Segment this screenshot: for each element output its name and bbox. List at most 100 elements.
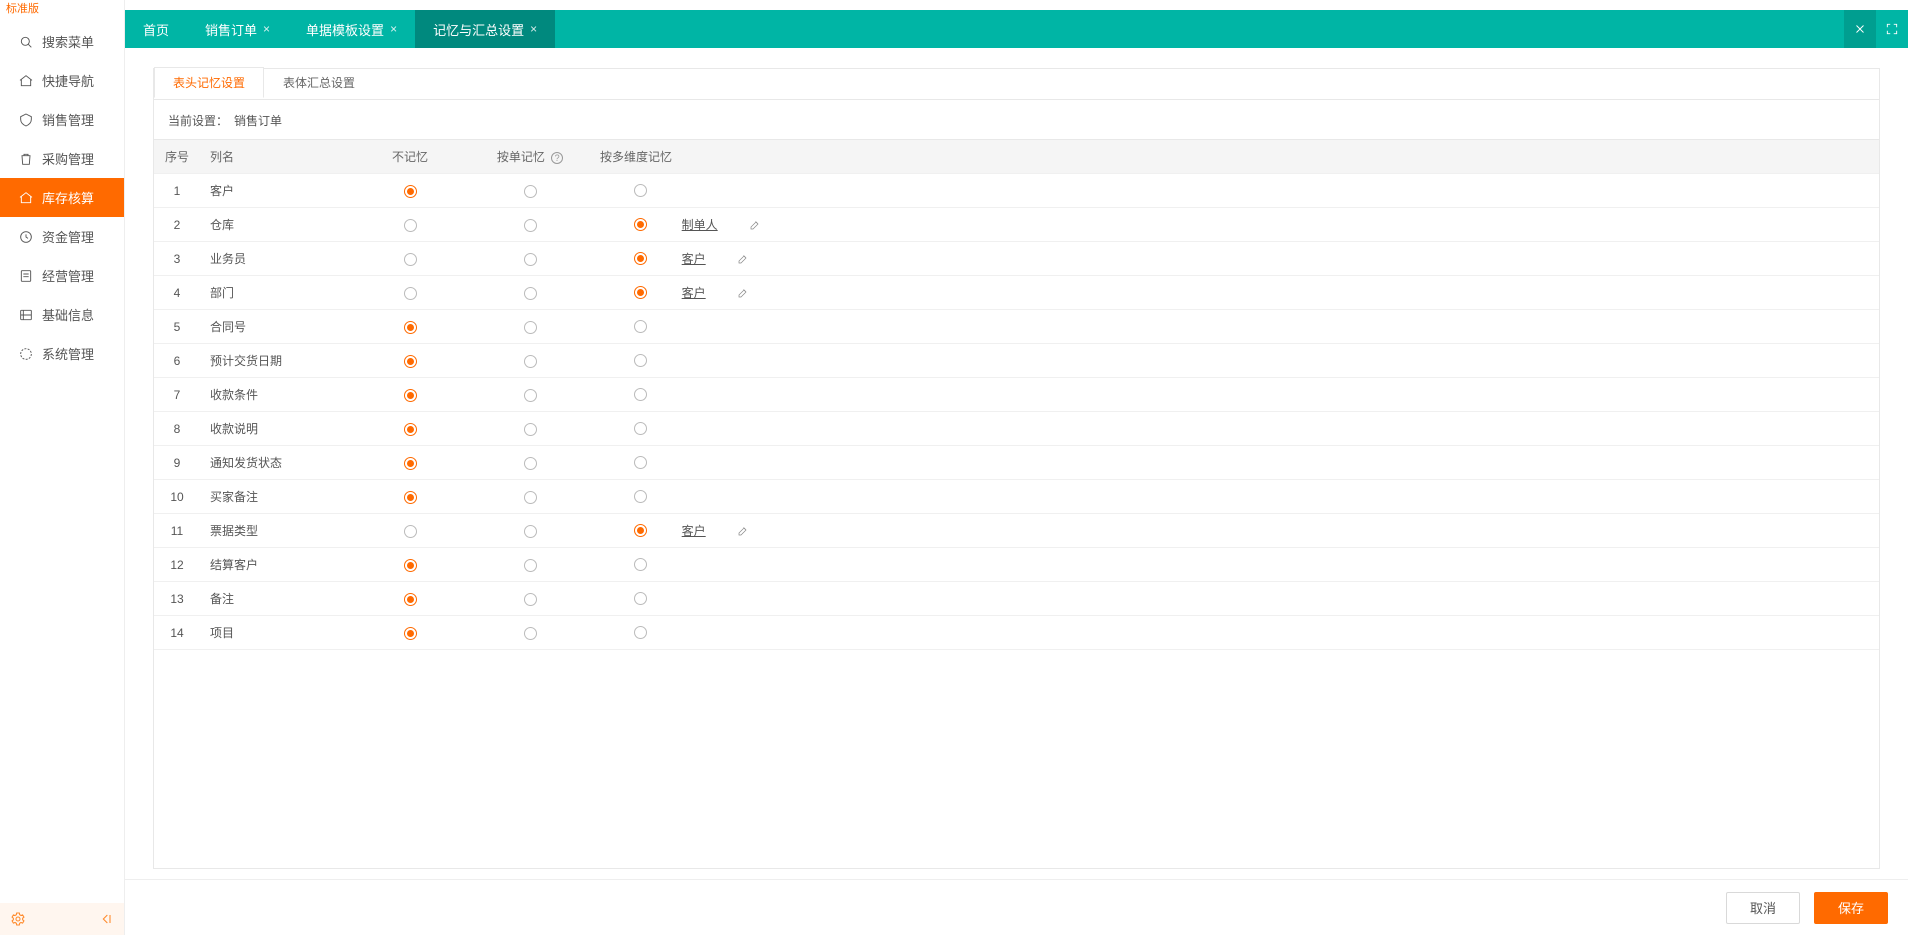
radio-none[interactable]	[404, 525, 417, 538]
cell-name: 预计交货日期	[200, 344, 350, 378]
dimension-link[interactable]: 客户	[682, 284, 706, 301]
radio-by-bill[interactable]	[524, 287, 537, 300]
radio-by-dim[interactable]	[634, 218, 647, 231]
radio-none[interactable]	[404, 355, 417, 368]
edit-icon[interactable]	[737, 287, 749, 299]
sidebar-item-quicknav[interactable]: 快捷导航	[0, 61, 124, 100]
sidebar-item-label: 采购管理	[42, 149, 94, 168]
radio-by-bill[interactable]	[524, 321, 537, 334]
radio-none[interactable]	[404, 219, 417, 232]
sidebar-item-basedata[interactable]: 基础信息	[0, 295, 124, 334]
cell-name: 合同号	[200, 310, 350, 344]
tab-bill-template[interactable]: 单据模板设置×	[288, 10, 415, 48]
radio-by-bill[interactable]	[524, 559, 537, 572]
cell-seq: 12	[154, 548, 200, 582]
radio-by-dim[interactable]	[634, 626, 647, 639]
th-seq: 序号	[154, 140, 200, 174]
radio-by-dim[interactable]	[634, 286, 647, 299]
dimension-link[interactable]: 客户	[682, 522, 706, 539]
tabbar-close-all-button[interactable]	[1844, 10, 1876, 48]
radio-by-dim[interactable]	[634, 320, 647, 333]
dimension-link[interactable]: 制单人	[682, 216, 718, 233]
table-row: 1 客户	[154, 174, 1879, 208]
cell-name: 票据类型	[200, 514, 350, 548]
radio-by-bill[interactable]	[524, 185, 537, 198]
subtab-body-summary[interactable]: 表体汇总设置	[264, 67, 374, 98]
table-row: 14 项目	[154, 616, 1879, 650]
radio-by-bill[interactable]	[524, 219, 537, 232]
radio-by-bill[interactable]	[524, 423, 537, 436]
radio-none[interactable]	[404, 491, 417, 504]
radio-none[interactable]	[404, 627, 417, 640]
radio-by-dim[interactable]	[634, 388, 647, 401]
sidebar-collapse-icon[interactable]	[98, 911, 114, 927]
cell-seq: 9	[154, 446, 200, 480]
radio-by-bill[interactable]	[524, 525, 537, 538]
radio-by-dim[interactable]	[634, 592, 647, 605]
sidebar-item-sales[interactable]: 销售管理	[0, 100, 124, 139]
radio-by-bill[interactable]	[524, 253, 537, 266]
radio-none[interactable]	[404, 287, 417, 300]
tab-sales-order[interactable]: 销售订单×	[187, 10, 288, 48]
tabbar-fullscreen-button[interactable]	[1876, 10, 1908, 48]
edit-icon[interactable]	[737, 253, 749, 265]
cell-seq: 10	[154, 480, 200, 514]
sidebar-item-purchase[interactable]: 采购管理	[0, 139, 124, 178]
radio-none[interactable]	[404, 423, 417, 436]
radio-by-bill[interactable]	[524, 627, 537, 640]
radio-by-dim[interactable]	[634, 354, 647, 367]
sidebar-item-label: 搜索菜单	[42, 32, 94, 51]
table-row: 9 通知发货状态	[154, 446, 1879, 480]
sidebar-item-search[interactable]: 搜索菜单	[0, 22, 124, 61]
sidebar-item-label: 库存核算	[42, 188, 94, 207]
radio-by-bill[interactable]	[524, 593, 537, 606]
radio-by-bill[interactable]	[524, 457, 537, 470]
sidebar-item-system[interactable]: 系统管理	[0, 334, 124, 373]
sidebar-item-search-icon	[18, 34, 34, 50]
help-icon[interactable]: ?	[551, 152, 563, 164]
sidebar-item-inventory[interactable]: 库存核算	[0, 178, 124, 217]
save-button[interactable]: 保存	[1814, 892, 1888, 924]
radio-by-bill[interactable]	[524, 389, 537, 402]
radio-by-dim[interactable]	[634, 490, 647, 503]
radio-by-dim[interactable]	[634, 456, 647, 469]
dimension-link[interactable]: 客户	[682, 250, 706, 267]
radio-by-dim[interactable]	[634, 524, 647, 537]
radio-none[interactable]	[404, 559, 417, 572]
top-strip	[125, 0, 1908, 10]
cell-name: 项目	[200, 616, 350, 650]
tab-close-icon[interactable]: ×	[263, 22, 270, 36]
radio-none[interactable]	[404, 457, 417, 470]
sidebar-item-system-icon	[18, 346, 34, 362]
radio-by-dim[interactable]	[634, 558, 647, 571]
radio-none[interactable]	[404, 253, 417, 266]
radio-by-bill[interactable]	[524, 491, 537, 504]
sidebar-item-finance[interactable]: 资金管理	[0, 217, 124, 256]
radio-none[interactable]	[404, 389, 417, 402]
edit-icon[interactable]	[749, 219, 761, 231]
radio-by-dim[interactable]	[634, 184, 647, 197]
tab-home[interactable]: 首页	[125, 10, 187, 48]
radio-by-dim[interactable]	[634, 252, 647, 265]
edition-label: 标准版	[6, 0, 39, 16]
subtab-header-memory[interactable]: 表头记忆设置	[154, 67, 264, 98]
radio-by-bill[interactable]	[524, 355, 537, 368]
tab-close-icon[interactable]: ×	[390, 22, 397, 36]
cancel-button[interactable]: 取消	[1726, 892, 1800, 924]
table-row: 3 业务员 客户	[154, 242, 1879, 276]
sidebar-item-purchase-icon	[18, 151, 34, 167]
tab-memory-summary[interactable]: 记忆与汇总设置 ×	[415, 10, 555, 48]
table-row: 5 合同号	[154, 310, 1879, 344]
tab-label: 记忆与汇总设置	[433, 20, 524, 39]
sidebar-item-quicknav-icon	[18, 73, 34, 89]
radio-by-dim[interactable]	[634, 422, 647, 435]
radio-none[interactable]	[404, 593, 417, 606]
settings-gear-icon[interactable]	[10, 911, 26, 927]
sidebar-item-operation[interactable]: 经营管理	[0, 256, 124, 295]
edit-icon[interactable]	[737, 525, 749, 537]
tab-close-icon[interactable]: ×	[530, 22, 537, 36]
table-row: 2 仓库 制单人	[154, 208, 1879, 242]
radio-none[interactable]	[404, 185, 417, 198]
cell-seq: 13	[154, 582, 200, 616]
radio-none[interactable]	[404, 321, 417, 334]
